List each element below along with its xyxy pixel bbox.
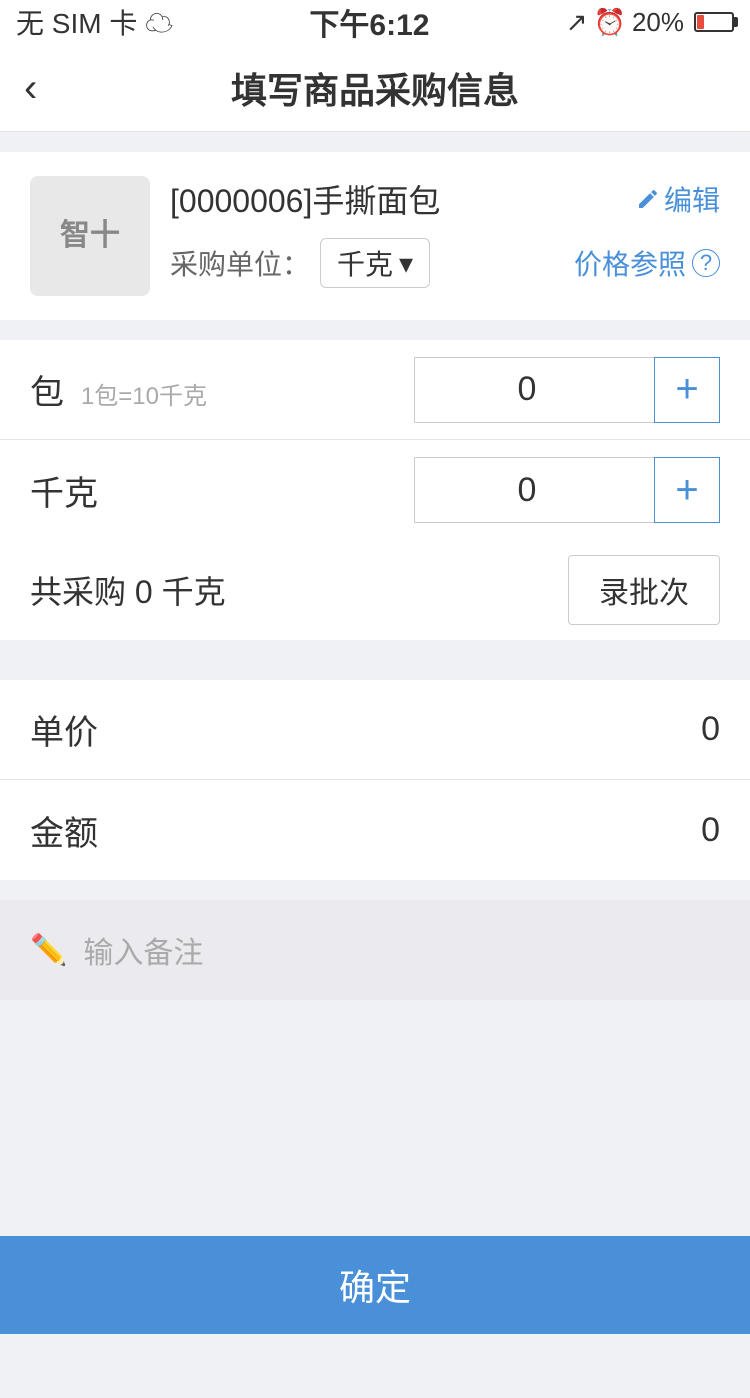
bag-row: 包 1包=10千克 + [0,340,750,440]
battery-pct: 20% [632,7,684,38]
bag-input-control: + [414,357,720,423]
total-row: 共采购 0 千克 录批次 [0,540,750,640]
amount-row: 金额 0 [0,780,750,880]
edit-link[interactable]: 编辑 [636,179,720,219]
unit-selector[interactable]: 千克 ▾ [320,238,430,288]
status-left: 无 SIM 卡 ☁ [16,2,173,42]
kg-row: 千克 + [0,440,750,540]
battery-icon [694,12,734,32]
info-section: 单价 0 金额 0 [0,680,750,880]
bag-label: 包 [30,374,64,412]
edit-label[interactable]: 编辑 [664,179,720,219]
price-ref-icon: ? [692,249,720,277]
price-ref-label[interactable]: 价格参照 [574,243,686,283]
product-image: 智十 [30,176,150,296]
unit-price-row: 单价 0 [0,680,750,780]
status-time: 下午6:12 [309,0,429,44]
total-text: 共采购 0 千克 [30,567,226,613]
alarm-icon: ⏰ [594,7,626,38]
bag-label-group: 包 1包=10千克 [30,365,207,414]
unit-price-label: 单价 [30,705,98,754]
sim-label: 无 SIM 卡 ☁ [16,2,173,42]
input-section: 包 1包=10千克 + 千克 + [0,340,750,540]
amount-value: 0 [701,811,720,850]
section-divider-2 [0,640,750,660]
kg-qty-input[interactable] [414,457,654,523]
kg-plus-button[interactable]: + [654,457,720,523]
kg-label-group: 千克 [30,466,98,515]
total-value: 0 [135,574,153,610]
product-logo: 智十 [60,218,120,254]
kg-label: 千克 [30,475,98,513]
product-name: [0000006]手撕面包 [170,176,440,222]
page-title: 填写商品采购信息 [231,62,519,114]
status-bar: 无 SIM 卡 ☁ 下午6:12 ↗ ⏰ 20% [0,0,750,44]
unit-value: 千克 [337,243,393,283]
remark-section[interactable]: ✏️ 输入备注 [0,900,750,1000]
amount-label: 金额 [30,806,98,855]
nav-bar: ‹ 填写商品采购信息 [0,44,750,132]
total-label: 共采购 [30,574,126,610]
remark-placeholder[interactable]: 输入备注 [83,928,203,972]
status-right: ↗ ⏰ 20% [566,7,734,38]
confirm-label[interactable]: 确定 [339,1259,411,1311]
back-button[interactable]: ‹ [24,68,37,108]
batch-button[interactable]: 录批次 [568,555,720,625]
section-divider-1 [0,320,750,340]
total-unit: 千克 [162,574,226,610]
bag-sublabel: 1包=10千克 [81,383,207,410]
product-info: [0000006]手撕面包 编辑 采购单位： 千克 ▾ 价格 [170,176,720,288]
purchase-unit: 采购单位： 千克 ▾ [170,238,430,288]
product-card: 智十 [0000006]手撕面包 编辑 采购单位： 千克 ▾ [0,152,750,320]
bag-plus-button[interactable]: + [654,357,720,423]
location-icon: ↗ [566,7,588,38]
purchase-unit-label: 采购单位： [170,243,310,283]
dropdown-icon: ▾ [399,247,413,280]
bag-qty-input[interactable] [414,357,654,423]
price-ref[interactable]: 价格参照 ? [574,243,720,283]
kg-input-control: + [414,457,720,523]
pencil-icon: ✏️ [30,933,67,968]
unit-price-value: 0 [701,710,720,749]
confirm-bar[interactable]: 确定 [0,1236,750,1334]
